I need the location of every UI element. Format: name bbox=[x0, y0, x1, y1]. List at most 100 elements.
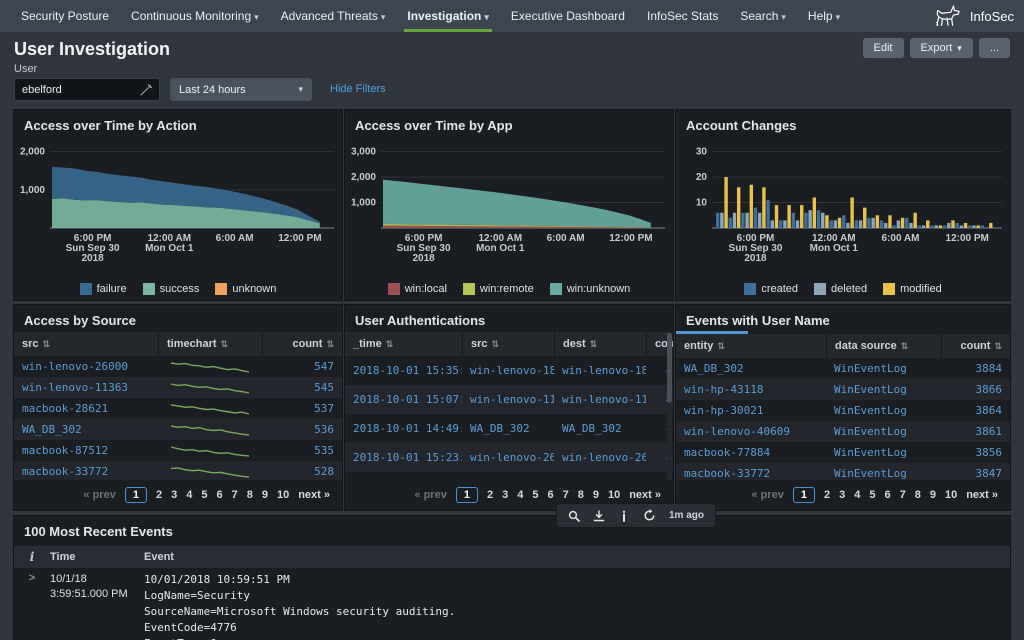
sparkline-cell[interactable] bbox=[158, 444, 262, 458]
pagination-page-8[interactable]: 8 bbox=[247, 489, 253, 501]
cell-count[interactable]: 3884 bbox=[941, 362, 1010, 375]
column-header-src[interactable]: src⇅ bbox=[462, 332, 554, 356]
cell-_time[interactable]: 2018-10-01 15:23:31 bbox=[345, 451, 462, 464]
pagination-prev[interactable]: « prev bbox=[751, 489, 783, 501]
cell-dest[interactable]: win-lenovo-11363 bbox=[554, 393, 646, 406]
cell-source[interactable]: WinEventLog bbox=[826, 404, 941, 417]
pagination-page-2[interactable]: 2 bbox=[824, 489, 830, 501]
cell-_time[interactable]: 2018-10-01 14:49:41 bbox=[345, 422, 462, 435]
nav-item-infosec-stats[interactable]: InfoSec Stats bbox=[636, 0, 729, 32]
cell-entity[interactable]: win-hp-43118 bbox=[676, 383, 826, 396]
wand-icon[interactable] bbox=[140, 84, 152, 96]
pagination-page-7[interactable]: 7 bbox=[900, 489, 906, 501]
bar-chart-account-changes[interactable]: 1020306:00 PMSun Sep 30201812:00 AMMon O… bbox=[676, 136, 1010, 270]
cell-entity[interactable]: win-lenovo-40609 bbox=[676, 425, 826, 438]
info-icon[interactable] bbox=[618, 510, 630, 522]
cell-count[interactable]: 3861 bbox=[941, 425, 1010, 438]
pagination-prev[interactable]: « prev bbox=[414, 489, 446, 501]
cell-_time[interactable]: 2018-10-01 15:35:02 bbox=[345, 364, 462, 377]
column-header-count[interactable]: count⇅ bbox=[262, 332, 342, 356]
sparkline-cell[interactable] bbox=[158, 465, 262, 479]
events-time-column-header[interactable]: Time bbox=[50, 551, 144, 563]
pagination-page-4[interactable]: 4 bbox=[186, 489, 192, 501]
sparkline-cell[interactable] bbox=[158, 360, 262, 374]
pagination-page-7[interactable]: 7 bbox=[563, 489, 569, 501]
pagination-next[interactable]: next » bbox=[966, 489, 998, 501]
cell-count[interactable]: 3866 bbox=[941, 383, 1010, 396]
cell-entity[interactable]: macbook-33772 bbox=[676, 467, 826, 480]
download-icon[interactable] bbox=[593, 510, 605, 522]
user-input[interactable]: ebelford bbox=[14, 78, 160, 101]
search-icon[interactable] bbox=[568, 510, 580, 522]
pagination-page-6[interactable]: 6 bbox=[884, 489, 890, 501]
nav-item-investigation[interactable]: Investigation▾ bbox=[396, 0, 500, 32]
time-range-select[interactable]: Last 24 hours ▾ bbox=[170, 78, 312, 101]
pagination-page-3[interactable]: 3 bbox=[839, 489, 845, 501]
column-header--time[interactable]: _time⇅ bbox=[345, 332, 462, 356]
pagination-page-2[interactable]: 2 bbox=[156, 489, 162, 501]
pagination-next[interactable]: next » bbox=[298, 489, 330, 501]
nav-item-advanced-threats[interactable]: Advanced Threats▾ bbox=[270, 0, 397, 32]
cell-source[interactable]: WinEventLog bbox=[826, 467, 941, 480]
cell-count[interactable]: 3847 bbox=[941, 467, 1010, 480]
cell-count[interactable]: 537 bbox=[262, 402, 342, 415]
pagination-page-6[interactable]: 6 bbox=[547, 489, 553, 501]
nav-item-continuous-monitoring[interactable]: Continuous Monitoring▾ bbox=[120, 0, 270, 32]
pagination-page-9[interactable]: 9 bbox=[593, 489, 599, 501]
cell-count[interactable]: 535 bbox=[262, 444, 342, 457]
cell-src[interactable]: macbook-28621 bbox=[14, 402, 158, 415]
pagination-page-3[interactable]: 3 bbox=[171, 489, 177, 501]
pagination-page-10[interactable]: 10 bbox=[608, 489, 620, 501]
pagination-page-9[interactable]: 9 bbox=[262, 489, 268, 501]
pagination-page-1[interactable]: 1 bbox=[793, 487, 815, 503]
area-chart-access-by-action[interactable]: 1,0002,0006:00 PMSun Sep 30201812:00 AMM… bbox=[14, 136, 342, 270]
cell-src[interactable]: win-lenovo-11363 bbox=[14, 381, 158, 394]
cell-dest[interactable]: WA_DB_302 bbox=[554, 422, 646, 435]
pagination-page-9[interactable]: 9 bbox=[930, 489, 936, 501]
column-header-timechart[interactable]: timechart⇅ bbox=[158, 332, 262, 356]
cell-entity[interactable]: win-hp-30021 bbox=[676, 404, 826, 417]
pagination-page-10[interactable]: 10 bbox=[945, 489, 957, 501]
pagination-page-5[interactable]: 5 bbox=[532, 489, 538, 501]
hide-filters-link[interactable]: Hide Filters bbox=[330, 83, 386, 95]
column-header-src[interactable]: src⇅ bbox=[14, 332, 158, 356]
pagination-page-4[interactable]: 4 bbox=[854, 489, 860, 501]
cell-source[interactable]: WinEventLog bbox=[826, 362, 941, 375]
cell-dest[interactable]: win-lenovo-18225 bbox=[554, 364, 646, 377]
pagination-page-8[interactable]: 8 bbox=[578, 489, 584, 501]
cell-entity[interactable]: macbook-77884 bbox=[676, 446, 826, 459]
cell-src[interactable]: macbook-33772 bbox=[14, 465, 158, 478]
pagination-page-6[interactable]: 6 bbox=[216, 489, 222, 501]
cell-source[interactable]: WinEventLog bbox=[826, 383, 941, 396]
pagination-page-1[interactable]: 1 bbox=[456, 487, 478, 503]
cell-count[interactable]: 3864 bbox=[941, 404, 1010, 417]
column-header-dest[interactable]: dest⇅ bbox=[554, 332, 646, 356]
cell-src[interactable]: WA_DB_302 bbox=[14, 423, 158, 436]
cell-count[interactable]: 547 bbox=[262, 360, 342, 373]
nav-item-help[interactable]: Help▾ bbox=[797, 0, 851, 32]
cell-entity[interactable]: WA_DB_302 bbox=[676, 362, 826, 375]
cell-src[interactable]: win-lenovo-26000 bbox=[14, 360, 158, 373]
cell-src[interactable]: WA_DB_302 bbox=[462, 422, 554, 435]
pagination-page-4[interactable]: 4 bbox=[517, 489, 523, 501]
nav-item-search[interactable]: Search▾ bbox=[729, 0, 797, 32]
more-button[interactable]: ... bbox=[979, 38, 1010, 58]
cell-source[interactable]: WinEventLog bbox=[826, 446, 941, 459]
column-header-entity[interactable]: entity⇅ bbox=[676, 334, 826, 358]
scrollbar[interactable] bbox=[667, 333, 672, 481]
cell-_time[interactable]: 2018-10-01 15:07:48 bbox=[345, 393, 462, 406]
cell-source[interactable]: WinEventLog bbox=[826, 425, 941, 438]
cell-count[interactable]: 528 bbox=[262, 465, 342, 478]
edit-button[interactable]: Edit bbox=[863, 38, 904, 58]
cell-count[interactable]: 3856 bbox=[941, 446, 1010, 459]
pagination-prev[interactable]: « prev bbox=[83, 489, 115, 501]
pagination-page-5[interactable]: 5 bbox=[201, 489, 207, 501]
cell-src[interactable]: macbook-87512 bbox=[14, 444, 158, 457]
cell-count[interactable]: 536 bbox=[262, 423, 342, 436]
area-chart-access-by-app[interactable]: 1,0002,0003,0006:00 PMSun Sep 30201812:0… bbox=[345, 136, 673, 270]
pagination-page-2[interactable]: 2 bbox=[487, 489, 493, 501]
expand-event-icon[interactable]: > bbox=[14, 572, 50, 640]
pagination-next[interactable]: next » bbox=[629, 489, 661, 501]
cell-dest[interactable]: win-lenovo-26000 bbox=[554, 451, 646, 464]
sparkline-cell[interactable] bbox=[158, 402, 262, 416]
